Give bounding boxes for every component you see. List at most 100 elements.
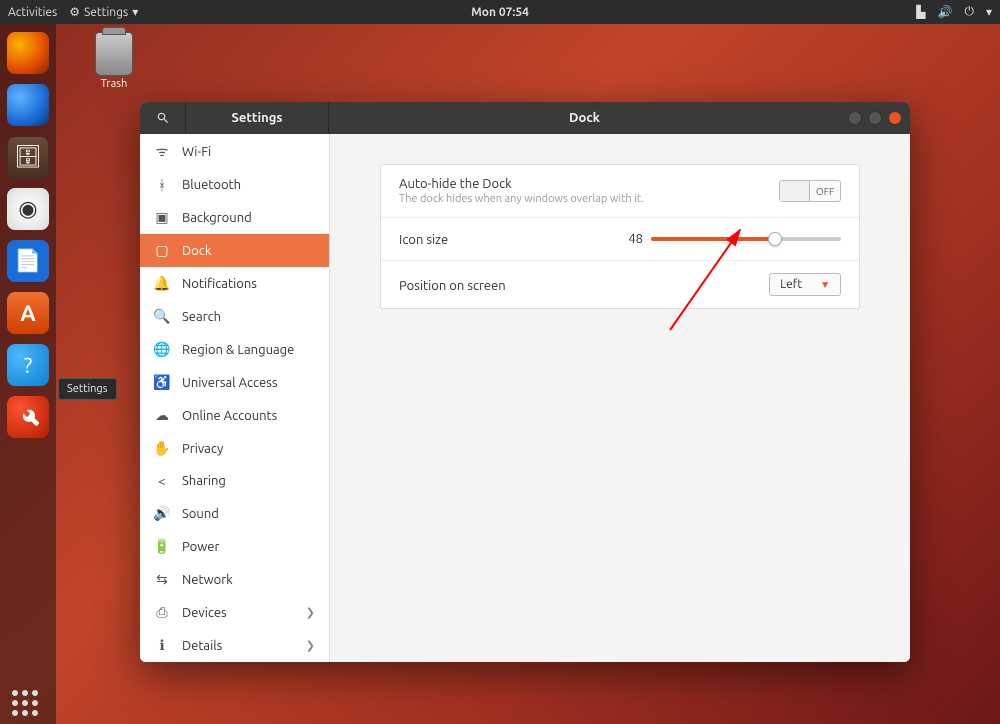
accessibility-icon: ♿ [154,374,170,391]
position-label: Position on screen [399,279,506,293]
sidebar-item-label: Network [182,573,233,587]
sidebar-title: Settings [186,102,329,134]
sidebar-item-label: Notifications [182,277,257,291]
sidebar-item-search[interactable]: 🔍 Search [140,300,329,333]
icon-size-label: Icon size [399,233,448,247]
autohide-title: Auto-hide the Dock [399,177,779,191]
show-applications-button[interactable] [12,690,38,716]
sidebar-item-label: Power [182,540,219,554]
sidebar-item-label: Region & Language [182,343,294,357]
share-icon: < [154,473,170,489]
privacy-icon: ✋ [154,440,170,457]
sidebar-item-label: Background [182,211,252,225]
icon-size-row: Icon size 48 [381,218,859,261]
cloud-icon: ☁ [154,407,170,424]
wifi-icon: ᯤ [154,142,170,161]
sidebar-item-sharing[interactable]: < Sharing [140,465,329,497]
rhythmbox-launcher[interactable]: ◉ [7,188,49,230]
icon-size-value: 48 [628,232,643,246]
volume-icon[interactable]: 🔊 [938,5,953,19]
sidebar-item-label: Universal Access [182,376,277,390]
sidebar-item-privacy[interactable]: ✋ Privacy [140,432,329,465]
search-icon: 🔍 [154,308,170,325]
icon-size-slider[interactable] [651,237,841,241]
sidebar-item-label: Sound [182,507,219,521]
app-menu[interactable]: ⚙ Settings ▾ [69,5,138,19]
dock-panel: Auto-hide the Dock The dock hides when a… [380,164,860,309]
minimize-button[interactable] [848,111,862,125]
sidebar-item-sound[interactable]: 🔊 Sound [140,497,329,530]
trash-label: Trash [84,78,144,90]
settings-sidebar: ᯤ Wi-Fi ᚼ Bluetooth ▣Background▢Dock 🔔 Notific… [140,134,330,662]
sidebar-item-label: Search [182,310,221,324]
firefox-launcher[interactable] [7,32,49,74]
settings-window: Settings Dock ᯤ Wi-Fi ᚼ Bluetooth ▣Backgroun… [140,102,910,662]
autohide-toggle[interactable]: OFF [779,180,841,202]
wrench-gear-icon [15,404,41,430]
slider-fill [651,237,775,241]
power-icon: 🔋 [154,538,170,555]
sidebar-item-region-language[interactable]: 🌐Region & Language [140,333,329,366]
sidebar-item-label: Details [182,639,222,653]
details-icon: ℹ [154,637,170,654]
sidebar-item-label: Bluetooth [182,178,241,192]
ubuntu-software-launcher[interactable] [7,292,49,334]
thunderbird-launcher[interactable] [7,84,49,126]
sidebar-item-notifications[interactable]: 🔔 Notifications [140,267,329,300]
trash-icon [95,32,133,76]
sidebar-item-label: Devices [182,606,227,620]
sound-icon: 🔊 [154,505,170,522]
chevron-down-icon: ▾ [132,5,138,19]
trash-desktop-icon[interactable]: Trash [84,32,144,90]
toggle-state-label: OFF [810,181,840,201]
chevron-right-icon: ❯ [306,606,315,619]
sidebar-item-devices[interactable]: ⎙ Devices ❯ [140,596,329,629]
titlebar: Settings Dock [140,102,910,134]
sidebar-item-label: Online Accounts [182,409,277,423]
sidebar-item-details[interactable]: ℹDetails❯ [140,629,329,662]
position-row: Position on screen Left ▼ [381,261,859,308]
chevron-down-icon[interactable]: ▾ [986,5,992,19]
bell-icon: 🔔 [154,275,170,292]
sidebar-item-dock[interactable]: ▢Dock [140,234,329,267]
position-value: Left [780,278,802,291]
autohide-row: Auto-hide the Dock The dock hides when a… [381,165,859,218]
sidebar-item-universal-access[interactable]: ♿ Universal Access [140,366,329,399]
search-icon [156,111,170,125]
sidebar-item-bluetooth[interactable]: ᚼ Bluetooth [140,169,329,201]
top-bar: Activities ⚙ Settings ▾ Mon 07:54 ▙ 🔊 ⏻ … [0,0,1000,24]
position-dropdown[interactable]: Left ▼ [769,273,841,296]
bluetooth-icon: ᚼ [154,177,170,193]
slider-thumb[interactable] [768,232,782,246]
settings-icon: ⚙ [69,5,80,19]
toggle-knob [780,181,810,201]
chevron-down-icon: ▼ [820,279,830,291]
sidebar-item-wi-fi[interactable]: ᯤ Wi-Fi [140,134,329,169]
maximize-button[interactable] [868,111,882,125]
devices-icon: ⎙ [154,604,170,621]
settings-content: Auto-hide the Dock The dock hides when a… [330,134,910,662]
activities-button[interactable]: Activities [8,6,57,19]
window-title: Dock [329,102,840,134]
sidebar-item-label: Sharing [182,474,226,488]
network-icon: ⇆ [154,571,170,588]
libreoffice-writer-launcher[interactable]: 📄 [7,240,49,282]
sidebar-item-online-accounts[interactable]: ☁ Online Accounts [140,399,329,432]
dock: 🗄 ◉ 📄 ? [0,24,56,724]
close-button[interactable] [888,111,902,125]
sidebar-item-label: Wi-Fi [182,145,211,159]
app-menu-label: Settings [84,6,128,19]
sidebar-item-label: Dock [182,244,211,258]
autohide-subtitle: The dock hides when any windows overlap … [399,193,779,205]
clock[interactable]: Mon 07:54 [471,6,529,19]
sidebar-item-network[interactable]: ⇆ Network [140,563,329,596]
sidebar-item-power[interactable]: 🔋 Power [140,530,329,563]
help-launcher[interactable]: ? [7,344,49,386]
sidebar-item-background[interactable]: ▣Background [140,201,329,234]
power-icon[interactable]: ⏻ [964,5,974,19]
search-button[interactable] [140,102,186,134]
settings-launcher[interactable] [7,396,49,438]
sidebar-item-label: Privacy [182,442,223,456]
files-launcher[interactable]: 🗄 [7,136,49,178]
network-icon[interactable]: ▙ [916,5,925,19]
